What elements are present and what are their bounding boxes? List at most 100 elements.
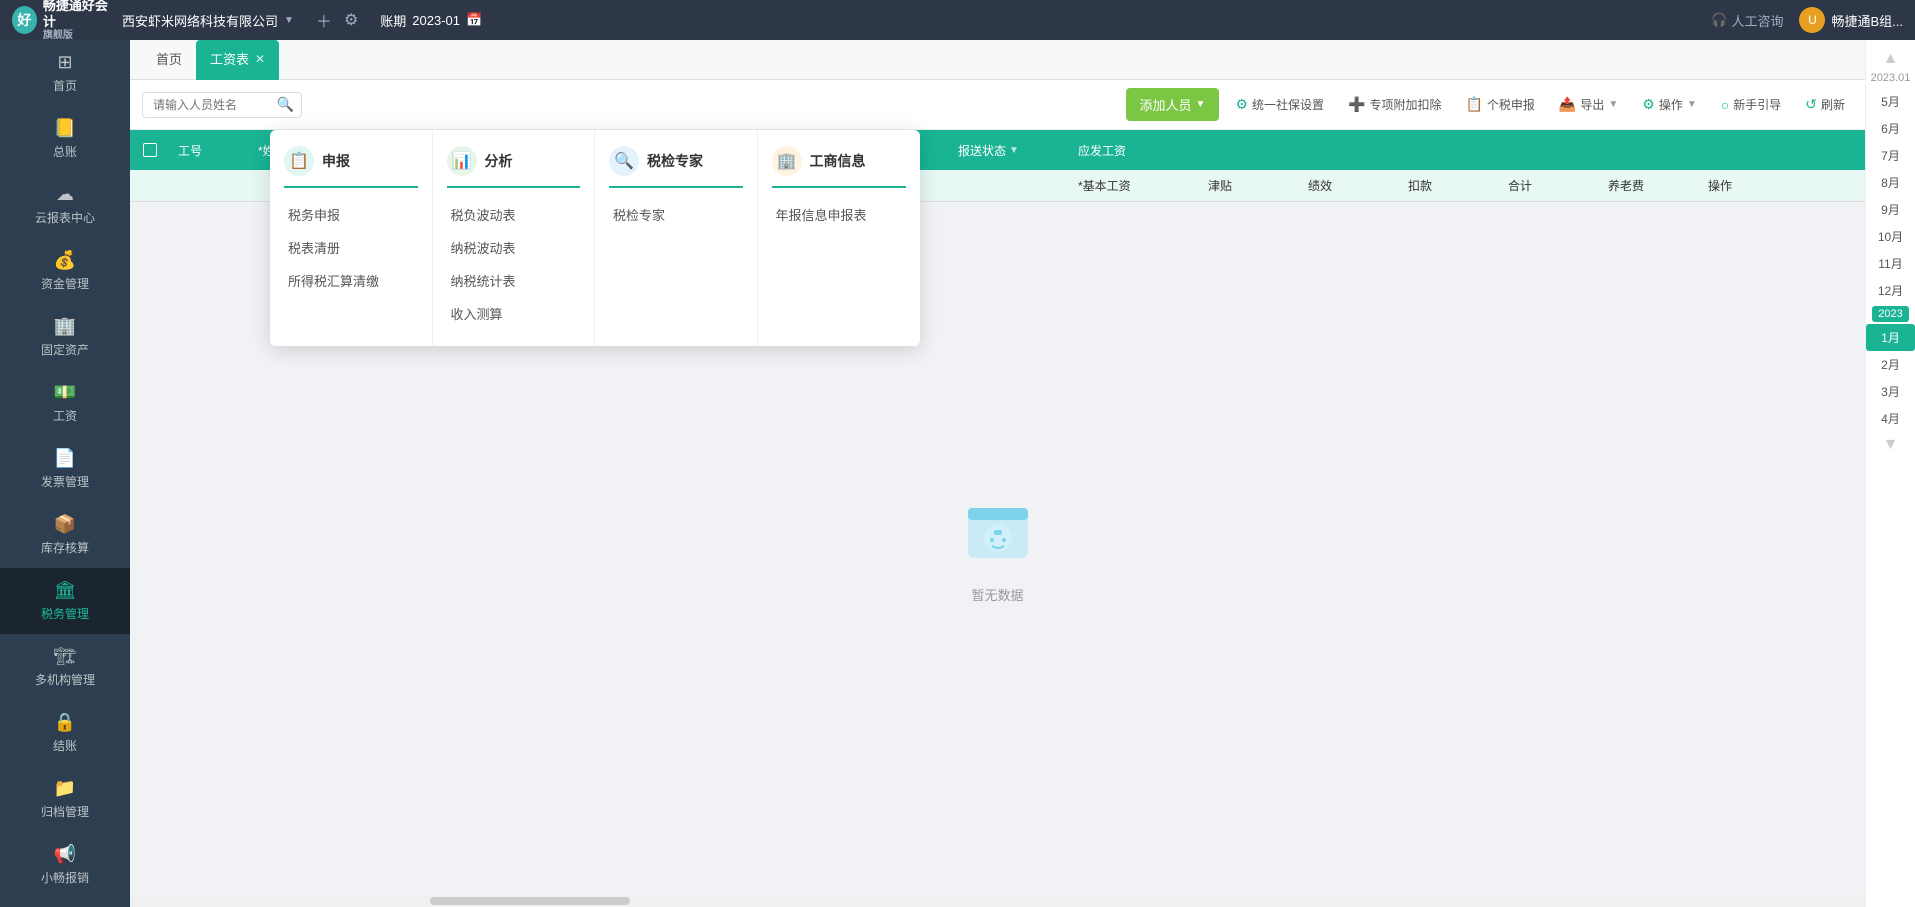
item-tax-fluctuation[interactable]: 纳税波动表 bbox=[447, 231, 581, 264]
shenb-icon: 📋 bbox=[284, 146, 314, 176]
th-report-status[interactable]: 报送状态 ▼ bbox=[950, 142, 1070, 159]
add-icon[interactable]: ＋ bbox=[314, 6, 334, 34]
payroll-icon: 💵 bbox=[54, 382, 76, 403]
timeline-month-11[interactable]: 11月 bbox=[1866, 250, 1915, 277]
tab-payroll[interactable]: 工资表 ✕ bbox=[196, 40, 279, 80]
item-income-calc[interactable]: 收入测算 bbox=[447, 297, 581, 330]
headset-icon: 🎧 bbox=[1711, 12, 1727, 28]
social-insurance-btn[interactable]: ⚙ 统一社保设置 bbox=[1227, 91, 1332, 118]
sidebar-item-cloud-report[interactable]: ☁ 云报表中心 bbox=[0, 172, 130, 238]
th-base-salary: *基本工资 bbox=[1070, 177, 1200, 194]
th-check[interactable] bbox=[130, 143, 170, 157]
timeline-month-3[interactable]: 3月 bbox=[1866, 378, 1915, 405]
tab-bar: 首页 工资表 ✕ bbox=[130, 40, 1865, 80]
timeline-month-9[interactable]: 9月 bbox=[1866, 196, 1915, 223]
sidebar-item-payroll[interactable]: 💵 工资 bbox=[0, 370, 130, 436]
timeline-up-nav[interactable]: ▲ bbox=[1879, 46, 1903, 72]
social-insurance-label: 统一社保设置 bbox=[1252, 96, 1324, 113]
operations-btn[interactable]: ⚙ 操作 ▼ bbox=[1634, 91, 1704, 118]
sidebar-item-funds[interactable]: 💰 资金管理 bbox=[0, 238, 130, 304]
item-tax-statistics[interactable]: 纳税统计表 bbox=[447, 264, 581, 297]
sidebar-item-invoice[interactable]: 📄 发票管理 bbox=[0, 436, 130, 502]
operations-caret: ▼ bbox=[1687, 99, 1697, 110]
th-subsidy: 津贴 bbox=[1200, 177, 1300, 194]
bottom-scrollbar[interactable] bbox=[130, 895, 1865, 907]
period-label: 账期 bbox=[380, 11, 406, 30]
user-info[interactable]: U 畅捷通B组... bbox=[1799, 7, 1903, 33]
special-deduction-label: 专项附加扣除 bbox=[1369, 96, 1441, 113]
company-selector[interactable]: 西安虾米网络科技有限公司 ▼ bbox=[122, 11, 294, 30]
sidebar-item-inventory[interactable]: 📦 库存核算 bbox=[0, 502, 130, 568]
help-label: 人工咨询 bbox=[1731, 11, 1783, 30]
timeline-month-8[interactable]: 8月 bbox=[1866, 169, 1915, 196]
sidebar-label-marketing: 小畅报销 bbox=[41, 869, 89, 886]
add-person-button[interactable]: 添加人员 ▼ bbox=[1126, 88, 1220, 121]
item-tax-burden[interactable]: 税负波动表 bbox=[447, 198, 581, 231]
dropdown-header-taxex: 🔍 税检专家 bbox=[609, 146, 743, 188]
company-chevron-icon: ▼ bbox=[284, 15, 294, 26]
sidebar-item-archive[interactable]: 📁 归档管理 bbox=[0, 766, 130, 832]
help-button[interactable]: 🎧 人工咨询 bbox=[1711, 11, 1783, 30]
special-deduction-btn[interactable]: ➕ 专项附加扣除 bbox=[1340, 91, 1449, 118]
timeline-month-5[interactable]: 5月 bbox=[1866, 88, 1915, 115]
dropdown-header-gongshang: 🏢 工商信息 bbox=[772, 146, 907, 188]
item-income-tax[interactable]: 所得税汇算清缴 bbox=[284, 264, 418, 297]
sidebar-item-multi-org[interactable]: 🏗 多机构管理 bbox=[0, 634, 130, 700]
sidebar-item-home[interactable]: ⊞ 首页 bbox=[0, 40, 130, 106]
tax-return-label: 个税申报 bbox=[1487, 96, 1535, 113]
tab-home[interactable]: 首页 bbox=[142, 40, 196, 80]
sidebar-item-marketing[interactable]: 📢 小畅报销 bbox=[0, 832, 130, 898]
timeline-month-12[interactable]: 12月 bbox=[1866, 277, 1915, 304]
dropdown-menu: 📋 申报 税务申报 税表清册 所得税汇算清缴 � bbox=[270, 130, 920, 346]
period-selector[interactable]: 账期 2023-01 📅 bbox=[380, 11, 482, 30]
sidebar-item-fixed-assets[interactable]: 🏢 固定资产 bbox=[0, 304, 130, 370]
home-icon: ⊞ bbox=[57, 52, 72, 73]
sidebar-item-tax[interactable]: 🏛 税务管理 bbox=[0, 568, 130, 634]
scroll-thumb[interactable] bbox=[430, 897, 630, 905]
guide-btn[interactable]: ○ 新手引导 bbox=[1713, 91, 1789, 118]
timeline-month-1[interactable]: 1月 bbox=[1866, 324, 1915, 351]
select-all-checkbox[interactable] bbox=[143, 143, 157, 157]
tax-return-icon: 📋 bbox=[1465, 96, 1482, 113]
operations-icon: ⚙ bbox=[1642, 96, 1655, 113]
archive-icon: 📁 bbox=[54, 778, 76, 799]
sidebar-item-closing[interactable]: 🔒 结账 bbox=[0, 700, 130, 766]
timeline-month-7[interactable]: 7月 bbox=[1866, 142, 1915, 169]
sidebar: ⊞ 首页 📒 总账 ☁ 云报表中心 💰 资金管理 🏢 固定资产 💵 工资 📄 发… bbox=[0, 40, 130, 907]
top-bar-right: 🎧 人工咨询 U 畅捷通B组... bbox=[1711, 7, 1903, 33]
timeline-month-6[interactable]: 6月 bbox=[1866, 115, 1915, 142]
timeline-down-nav[interactable]: ▼ bbox=[1879, 432, 1903, 458]
export-btn[interactable]: 📤 导出 ▼ bbox=[1551, 91, 1626, 118]
marketing-icon: 📢 bbox=[54, 844, 76, 865]
th-deduction-label: 扣款 bbox=[1408, 177, 1432, 194]
export-label: 导出 bbox=[1580, 96, 1604, 113]
empty-text: 暂无数据 bbox=[971, 585, 1023, 604]
search-button[interactable]: 🔍 bbox=[277, 96, 294, 113]
period-value: 2023-01 bbox=[412, 13, 460, 28]
tax-return-btn[interactable]: 📋 个税申报 bbox=[1457, 91, 1542, 118]
tab-close-icon[interactable]: ✕ bbox=[255, 52, 265, 66]
item-annual-report[interactable]: 年报信息申报表 bbox=[772, 198, 907, 231]
sidebar-item-basic-settings[interactable]: ⚙ 基础设置 bbox=[0, 898, 130, 907]
content-area: 首页 工资表 ✕ 🔍 添加人员 ▼ ⚙ 统一社保设置 ➕ bbox=[130, 40, 1865, 907]
timeline-month-4[interactable]: 4月 bbox=[1866, 405, 1915, 432]
item-tax-table[interactable]: 税表清册 bbox=[284, 231, 418, 264]
item-tax-report[interactable]: 税务申报 bbox=[284, 198, 418, 231]
closing-icon: 🔒 bbox=[54, 712, 76, 733]
multi-org-icon: 🏗 bbox=[54, 646, 77, 667]
report-filter-icon[interactable]: ▼ bbox=[1009, 145, 1019, 156]
settings-icon[interactable]: ⚙ bbox=[342, 8, 360, 32]
item-tax-expert[interactable]: 税检专家 bbox=[609, 198, 743, 231]
th-salary-group: 应发工资 bbox=[1070, 142, 1865, 159]
top-bar-icons: ＋ ⚙ bbox=[314, 6, 360, 34]
timeline-month-10[interactable]: 10月 bbox=[1866, 223, 1915, 250]
tab-payroll-label: 工资表 bbox=[210, 49, 249, 68]
timeline-year-label: 2023 bbox=[1872, 306, 1908, 322]
right-timeline-panel: ▲ 2023.01 5月 6月 7月 8月 9月 10月 11月 12月 202… bbox=[1865, 40, 1915, 907]
timeline-month-2[interactable]: 2月 bbox=[1866, 351, 1915, 378]
taxex-icon: 🔍 bbox=[609, 146, 639, 176]
top-bar: 好 畅捷通好会计 旗舰版 西安虾米网络科技有限公司 ▼ ＋ ⚙ 账期 2023-… bbox=[0, 0, 1915, 40]
refresh-btn[interactable]: ↺ 刷新 bbox=[1797, 91, 1853, 118]
th-work-id-label: 工号 bbox=[178, 142, 202, 159]
sidebar-item-ledger[interactable]: 📒 总账 bbox=[0, 106, 130, 172]
